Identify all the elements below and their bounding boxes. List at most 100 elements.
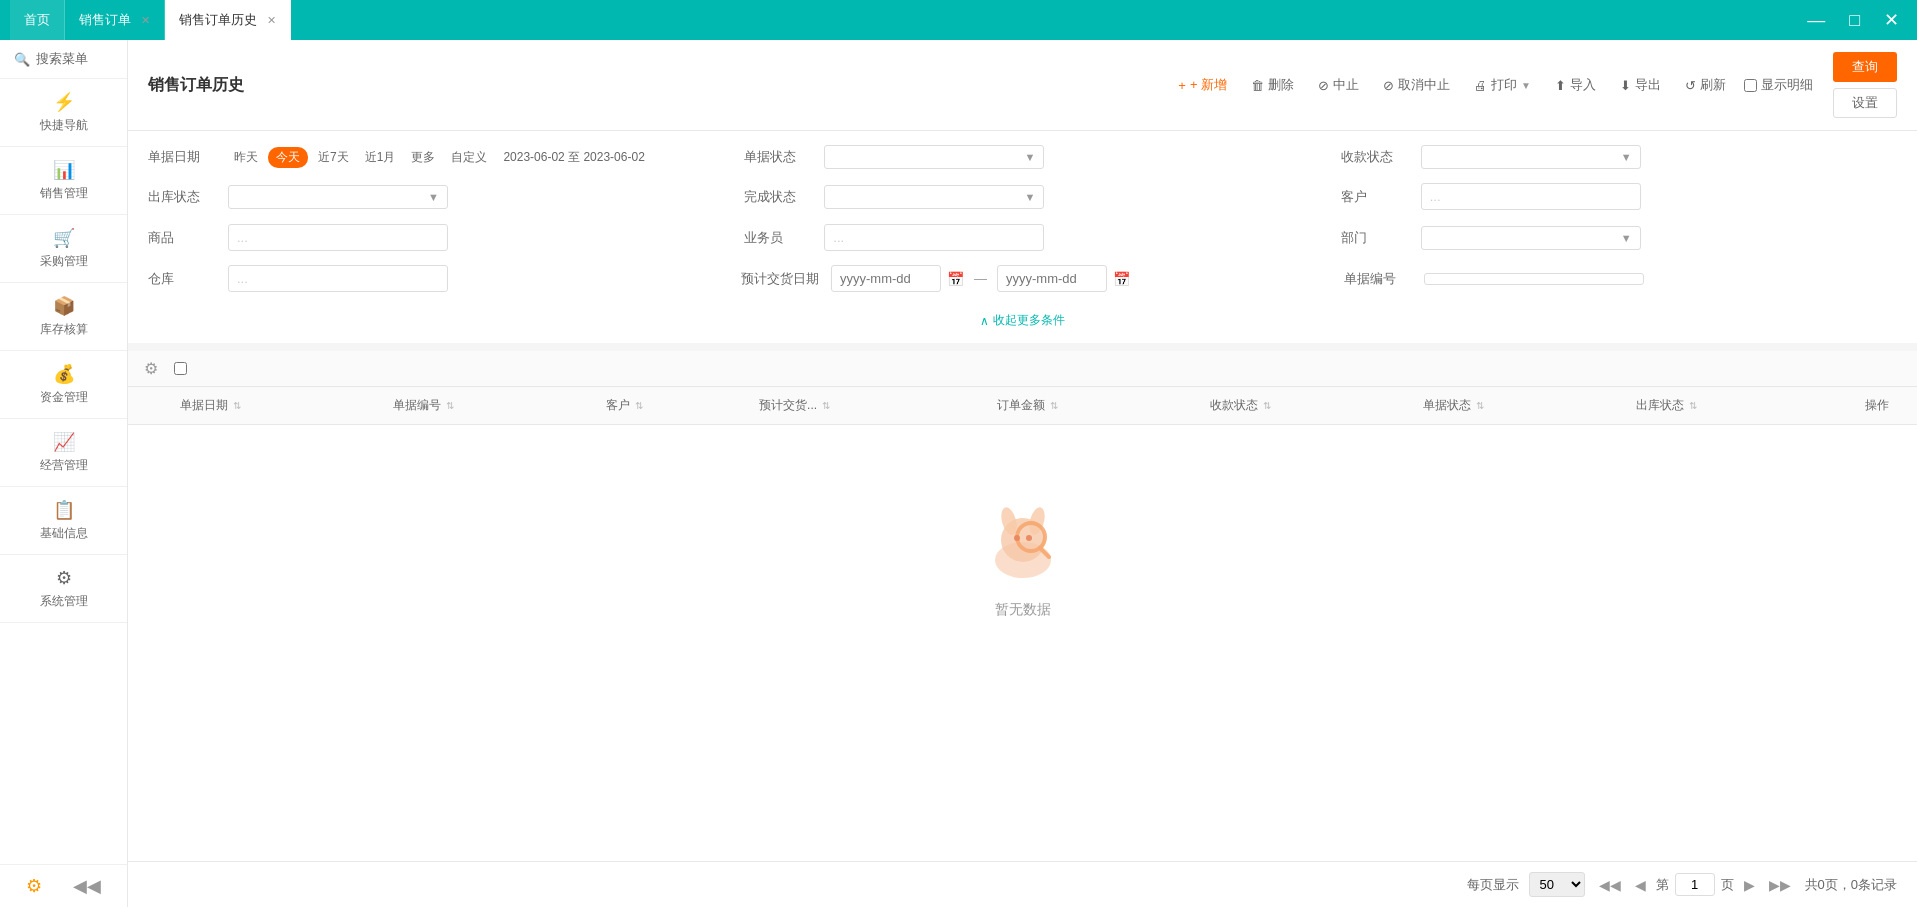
sidebar-quick-nav-label: 快捷导航 bbox=[40, 117, 88, 134]
sidebar-settings-icon[interactable]: ⚙ bbox=[26, 875, 42, 897]
page-label: 第 bbox=[1656, 876, 1669, 894]
col-header-out-status[interactable]: 出库状态 ⇅ bbox=[1624, 387, 1837, 425]
page-prev-button[interactable]: ◀ bbox=[1631, 875, 1650, 895]
doc-number-input[interactable] bbox=[1424, 273, 1644, 285]
salesman-input[interactable]: ... bbox=[824, 224, 1044, 251]
tab-sales-order[interactable]: 销售订单 ✕ bbox=[65, 0, 165, 40]
search-icon: 🔍 bbox=[14, 52, 30, 67]
expected-delivery-label: 预计交货日期 bbox=[741, 270, 831, 288]
customer-value: ... bbox=[1430, 189, 1441, 204]
customer-filter: ... bbox=[1421, 183, 1897, 210]
cancel-stop-button[interactable]: ⊘ 取消中止 bbox=[1377, 72, 1456, 98]
refresh-label: 刷新 bbox=[1700, 76, 1726, 94]
expected-delivery-filter: 📅 — 📅 bbox=[831, 265, 1304, 292]
window-minimize-icon[interactable]: — bbox=[1799, 10, 1833, 31]
refresh-button[interactable]: ↺ 刷新 bbox=[1679, 72, 1732, 98]
page-last-button[interactable]: ▶▶ bbox=[1765, 875, 1795, 895]
date-today[interactable]: 今天 bbox=[268, 147, 308, 168]
sidebar-collapse-icon[interactable]: ◀◀ bbox=[73, 875, 101, 897]
customer-label: 客户 bbox=[1341, 188, 1421, 206]
tab-sales-order-history-close[interactable]: ✕ bbox=[267, 14, 276, 27]
settings-button[interactable]: 设置 bbox=[1833, 88, 1897, 118]
col-header-customer[interactable]: 客户 ⇅ bbox=[594, 387, 747, 425]
stop-label: 中止 bbox=[1333, 76, 1359, 94]
col-header-doc-date[interactable]: 单据日期 ⇅ bbox=[168, 387, 381, 425]
window-maximize-icon[interactable]: □ bbox=[1841, 10, 1868, 31]
query-button[interactable]: 查询 bbox=[1833, 52, 1897, 82]
date-range-text: 2023-06-02 至 2023-06-02 bbox=[503, 149, 644, 166]
import-button[interactable]: ⬆ 导入 bbox=[1549, 72, 1602, 98]
top-bar: 首页 销售订单 ✕ 销售订单历史 ✕ — □ ✕ bbox=[0, 0, 1917, 40]
date-from-calendar-icon[interactable]: 📅 bbox=[947, 271, 964, 287]
payment-status-filter: ▼ bbox=[1421, 145, 1897, 169]
salesman-value: ... bbox=[833, 230, 844, 245]
payment-status-select[interactable]: ▼ bbox=[1421, 145, 1641, 169]
col-header-doc-status[interactable]: 单据状态 ⇅ bbox=[1411, 387, 1624, 425]
display-detail-label: 显示明细 bbox=[1761, 76, 1813, 94]
out-status-filter: ▼ bbox=[228, 185, 704, 209]
col-order-amount-label: 订单金额 bbox=[997, 398, 1045, 412]
page-next-button[interactable]: ▶ bbox=[1740, 875, 1759, 895]
date-custom[interactable]: 自定义 bbox=[445, 147, 493, 168]
col-doc-date-sort-icon: ⇅ bbox=[233, 400, 241, 411]
tab-sales-order-close[interactable]: ✕ bbox=[141, 14, 150, 27]
col-payment-status-label: 收款状态 bbox=[1210, 398, 1258, 412]
tab-sales-order-history[interactable]: 销售订单历史 ✕ bbox=[165, 0, 291, 40]
sidebar-sales-mgmt-label: 销售管理 bbox=[40, 185, 88, 202]
complete-status-select[interactable]: ▼ bbox=[824, 185, 1044, 209]
sidebar-item-sales-mgmt[interactable]: 📊 销售管理 bbox=[0, 147, 127, 215]
sidebar-item-basic-info[interactable]: 📋 基础信息 bbox=[0, 487, 127, 555]
date-to-input[interactable] bbox=[997, 265, 1107, 292]
page-first-button[interactable]: ◀◀ bbox=[1595, 875, 1625, 895]
date-to-calendar-icon[interactable]: 📅 bbox=[1113, 271, 1130, 287]
page-input[interactable] bbox=[1675, 873, 1715, 896]
basic-info-icon: 📋 bbox=[53, 499, 75, 521]
complete-status-label: 完成状态 bbox=[744, 188, 824, 206]
sidebar-item-search[interactable]: 🔍 搜索菜单 bbox=[0, 40, 127, 79]
window-close-icon[interactable]: ✕ bbox=[1876, 9, 1907, 31]
stop-button[interactable]: ⊘ 中止 bbox=[1312, 72, 1365, 98]
date-yesterday[interactable]: 昨天 bbox=[228, 147, 264, 168]
date-more[interactable]: 更多 bbox=[405, 147, 441, 168]
delete-button[interactable]: 🗑 删除 bbox=[1245, 72, 1300, 98]
sidebar-inventory-calc-label: 库存核算 bbox=[40, 321, 88, 338]
dept-select[interactable]: ▼ bbox=[1421, 226, 1641, 250]
date-from-input[interactable] bbox=[831, 265, 941, 292]
display-detail-checkbox[interactable] bbox=[1744, 79, 1757, 92]
sidebar-item-inventory-calc[interactable]: 📦 库存核算 bbox=[0, 283, 127, 351]
per-page-select[interactable]: 50 10 20 100 bbox=[1529, 872, 1585, 897]
per-page-label: 每页显示 bbox=[1467, 876, 1519, 894]
new-button[interactable]: + + 新增 bbox=[1172, 72, 1233, 98]
table-settings-icon[interactable]: ⚙ bbox=[144, 359, 158, 378]
sidebar-item-finance-mgmt[interactable]: 💰 资金管理 bbox=[0, 351, 127, 419]
date-last7[interactable]: 近7天 bbox=[312, 147, 355, 168]
page-suffix: 页 bbox=[1721, 876, 1734, 894]
sidebar-item-system-mgmt[interactable]: ⚙ 系统管理 bbox=[0, 555, 127, 623]
sidebar-item-quick-nav[interactable]: ⚡ 快捷导航 bbox=[0, 79, 127, 147]
tab-home[interactable]: 首页 bbox=[10, 0, 65, 40]
doc-status-select[interactable]: ▼ bbox=[824, 145, 1044, 169]
warehouse-filter: ... bbox=[228, 265, 701, 292]
customer-input[interactable]: ... bbox=[1421, 183, 1641, 210]
out-status-select[interactable]: ▼ bbox=[228, 185, 448, 209]
export-button[interactable]: ⬇ 导出 bbox=[1614, 72, 1667, 98]
new-label: + 新增 bbox=[1190, 76, 1227, 94]
collapse-more-button[interactable]: ∧ 收起更多条件 bbox=[148, 306, 1897, 329]
query-settings-group: 查询 设置 bbox=[1833, 52, 1897, 118]
sidebar-item-business-mgmt[interactable]: 📈 经营管理 bbox=[0, 419, 127, 487]
salesman-filter: ... bbox=[824, 224, 1300, 251]
filter-row-2: 出库状态 ▼ 完成状态 ▼ 客户 ... bbox=[148, 183, 1897, 210]
col-header-expected-delivery[interactable]: 预计交货... ⇅ bbox=[747, 387, 985, 425]
print-button[interactable]: 🖨 打印 ▼ bbox=[1468, 72, 1537, 98]
col-header-payment-status[interactable]: 收款状态 ⇅ bbox=[1198, 387, 1411, 425]
empty-icon bbox=[973, 485, 1073, 585]
col-header-doc-number[interactable]: 单据编号 ⇅ bbox=[381, 387, 594, 425]
warehouse-input[interactable]: ... bbox=[228, 265, 448, 292]
date-last1m[interactable]: 近1月 bbox=[359, 147, 402, 168]
col-header-order-amount[interactable]: 订单金额 ⇅ bbox=[985, 387, 1198, 425]
svg-point-6 bbox=[1014, 535, 1020, 541]
product-input[interactable]: ... bbox=[228, 224, 448, 251]
sidebar-item-purchase-mgmt[interactable]: 🛒 采购管理 bbox=[0, 215, 127, 283]
select-all-checkbox[interactable] bbox=[174, 362, 187, 375]
product-label: 商品 bbox=[148, 229, 228, 247]
